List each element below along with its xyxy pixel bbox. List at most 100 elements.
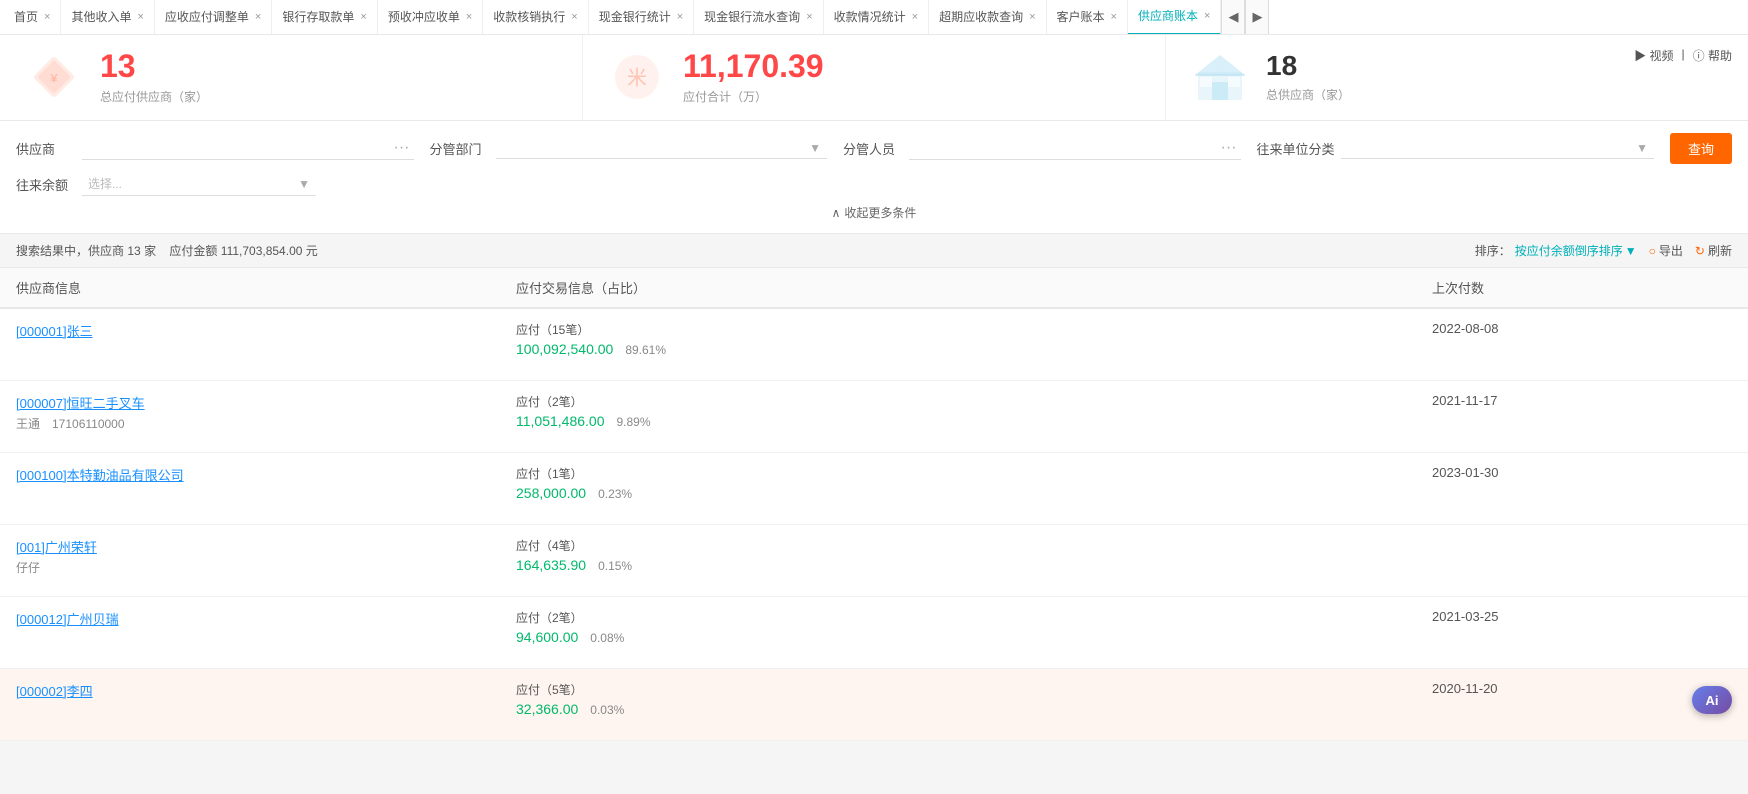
balance-select[interactable]: 选择... ▼ — [82, 172, 316, 196]
trade-percent-5: 0.08% — [590, 631, 624, 645]
close-icon-bank[interactable]: × — [360, 11, 366, 23]
collapse-label: 收起更多条件 — [844, 204, 916, 221]
dept-filter-label: 分管部门 — [430, 139, 490, 158]
stats-bar: ¥ 13 总应付供应商（家） 米 11,170.39 应付合计（万） — [0, 35, 1748, 121]
supplier-input[interactable] — [86, 141, 394, 156]
stat-total-suppliers-info: 18 总供应商（家） — [1266, 52, 1350, 103]
trade-info-4: 应付（4笔） 164,635.90 0.15% — [516, 537, 1432, 573]
table-row: [000001]张三 应付（15笔） 100,092,540.00 89.61%… — [0, 309, 1748, 381]
svg-text:¥: ¥ — [50, 72, 58, 86]
summary-count: 13 — [127, 244, 140, 258]
trade-amount-3: 258,000.00 — [516, 485, 586, 501]
collapse-button[interactable]: ∧ 收起更多条件 — [16, 204, 1732, 221]
category-select[interactable]: ▼ — [1341, 138, 1654, 159]
supplier-link-2[interactable]: [000007]恒旺二手叉车 — [16, 396, 145, 411]
filter-row-1: 供应商 ··· 分管部门 ▼ 分管人员 ··· — [16, 133, 1732, 164]
close-icon-supplier[interactable]: × — [1204, 10, 1210, 22]
trade-row-3: 258,000.00 0.23% — [516, 485, 1432, 501]
table-row: [000007]恒旺二手叉车 王通 17106110000 应付（2笔） 11,… — [0, 381, 1748, 453]
supplier-link-5[interactable]: [000012]广州贝瑞 — [16, 612, 119, 627]
nav-tab-overdue[interactable]: 超期应收款查询 × — [929, 0, 1046, 35]
last-pay-1: 2022-08-08 — [1432, 321, 1732, 336]
person-filter-label: 分管人员 — [843, 139, 903, 158]
nav-tab-collection[interactable]: 收款核销执行 × — [483, 0, 588, 35]
nav-tab-home[interactable]: 首页 × — [4, 0, 61, 35]
nav-tab-other-income[interactable]: 其他收入单 × — [61, 0, 154, 35]
results-bar: 搜索结果中，供应商 13 家 应付金额 111,703,854.00 元 排序：… — [0, 234, 1748, 268]
payable-amount-label: 应付合计（万） — [683, 88, 824, 105]
export-label: 导出 — [1659, 242, 1683, 259]
video-link[interactable]: ▶ 视频 — [1634, 47, 1673, 64]
trade-percent-3: 0.23% — [598, 487, 632, 501]
trade-percent-6: 0.03% — [590, 703, 624, 717]
nav-arrow-left[interactable]: ◀ — [1221, 0, 1245, 35]
supplier-link-3[interactable]: [000100]本特勤油品有限公司 — [16, 468, 184, 483]
nav-tab-customer[interactable]: 客户账本 × — [1047, 0, 1128, 35]
query-button[interactable]: 查询 — [1670, 133, 1732, 164]
sort-value: 按应付余额倒序排序 — [1515, 242, 1623, 259]
filter-person: 分管人员 ··· — [843, 137, 1241, 160]
ai-button[interactable]: Ai — [1692, 686, 1732, 714]
table-header: 供应商信息 应付交易信息（占比） 上次付数 — [0, 268, 1748, 309]
refresh-label: 刷新 — [1708, 242, 1732, 259]
close-icon-collection[interactable]: × — [571, 11, 577, 23]
last-pay-5: 2021-03-25 — [1432, 609, 1732, 624]
nav-tab-pre-receive[interactable]: 预收冲应收单 × — [378, 0, 483, 35]
close-icon-other-income[interactable]: × — [137, 11, 143, 23]
person-input-wrapper[interactable]: ··· — [909, 137, 1241, 160]
dept-select[interactable]: ▼ — [496, 138, 828, 159]
refresh-button[interactable]: ↻ 刷新 — [1695, 242, 1732, 259]
supplier-info-5: [000012]广州贝瑞 — [16, 609, 516, 628]
table-row: [000012]广州贝瑞 应付（2笔） 94,600.00 0.08% 2021… — [0, 597, 1748, 669]
export-button[interactable]: ○ 导出 — [1649, 242, 1683, 259]
nav-tab-cash-flow[interactable]: 现金银行流水查询 × — [694, 0, 823, 35]
supplier-link-1[interactable]: [000001]张三 — [16, 324, 93, 339]
supplier-info-3: [000100]本特勤油品有限公司 — [16, 465, 516, 484]
close-icon-adjust[interactable]: × — [255, 11, 261, 23]
supplier-info-1: [000001]张三 — [16, 321, 516, 340]
trade-label-3: 应付（1笔） — [516, 465, 1432, 482]
last-pay-6: 2020-11-20 — [1432, 681, 1732, 696]
person-dots-icon[interactable]: ··· — [1221, 139, 1237, 157]
stat-payable-amount-info: 11,170.39 应付合计（万） — [683, 50, 824, 105]
close-icon-receive-stat[interactable]: × — [912, 11, 918, 23]
store-icon — [1190, 47, 1250, 107]
results-sort: 排序： 按应付余额倒序排序 ▼ — [1475, 242, 1637, 259]
close-icon-home[interactable]: × — [44, 11, 50, 23]
nav-tab-cash-stat[interactable]: 现金银行统计 × — [589, 0, 694, 35]
nav-tab-receive-stat[interactable]: 收款情况统计 × — [824, 0, 929, 35]
filter-category: 往来单位分类 ▼ — [1257, 138, 1655, 159]
nav-arrow-right[interactable]: ▶ — [1245, 0, 1269, 35]
dept-chevron-icon: ▼ — [809, 141, 821, 155]
close-icon-cash-flow[interactable]: × — [806, 11, 812, 23]
sort-chevron-icon: ▼ — [1625, 244, 1637, 258]
last-pay-3: 2023-01-30 — [1432, 465, 1732, 480]
summary-prefix: 搜索结果中，供应商 — [16, 244, 124, 258]
results-summary: 搜索结果中，供应商 13 家 应付金额 111,703,854.00 元 — [16, 242, 318, 259]
sort-select[interactable]: 按应付余额倒序排序 ▼ — [1515, 242, 1637, 259]
filter-balance: 往来余额 选择... ▼ — [16, 172, 316, 196]
filter-supplier: 供应商 ··· — [16, 137, 414, 160]
help-link[interactable]: ⓘ 帮助 — [1693, 47, 1732, 64]
trade-amount-5: 94,600.00 — [516, 629, 578, 645]
trade-percent-4: 0.15% — [598, 559, 632, 573]
supplier-link-6[interactable]: [000002]李四 — [16, 684, 93, 699]
supplier-dots-icon[interactable]: ··· — [394, 139, 410, 157]
trade-percent-1: 89.61% — [625, 343, 666, 357]
nav-tab-bank[interactable]: 银行存取款单 × — [272, 0, 377, 35]
close-icon-pre-receive[interactable]: × — [466, 11, 472, 23]
close-icon-overdue[interactable]: × — [1029, 11, 1035, 23]
balance-filter-label: 往来余额 — [16, 175, 76, 194]
close-icon-customer[interactable]: × — [1111, 11, 1117, 23]
supplier-input-wrapper[interactable]: ··· — [82, 137, 414, 160]
supplier-label: 总供应商（家） — [1266, 86, 1350, 103]
close-icon-cash-stat[interactable]: × — [677, 11, 683, 23]
sort-label: 排序： — [1475, 242, 1511, 259]
nav-tab-adjust[interactable]: 应收应付调整单 × — [155, 0, 272, 35]
trade-info-1: 应付（15笔） 100,092,540.00 89.61% — [516, 321, 1432, 357]
filter-bar: 供应商 ··· 分管部门 ▼ 分管人员 ··· — [0, 121, 1748, 234]
trade-row-4: 164,635.90 0.15% — [516, 557, 1432, 573]
supplier-link-4[interactable]: [001]广州荣轩 — [16, 540, 97, 555]
person-input[interactable] — [913, 141, 1221, 156]
nav-tab-supplier[interactable]: 供应商账本 × — [1128, 0, 1221, 35]
